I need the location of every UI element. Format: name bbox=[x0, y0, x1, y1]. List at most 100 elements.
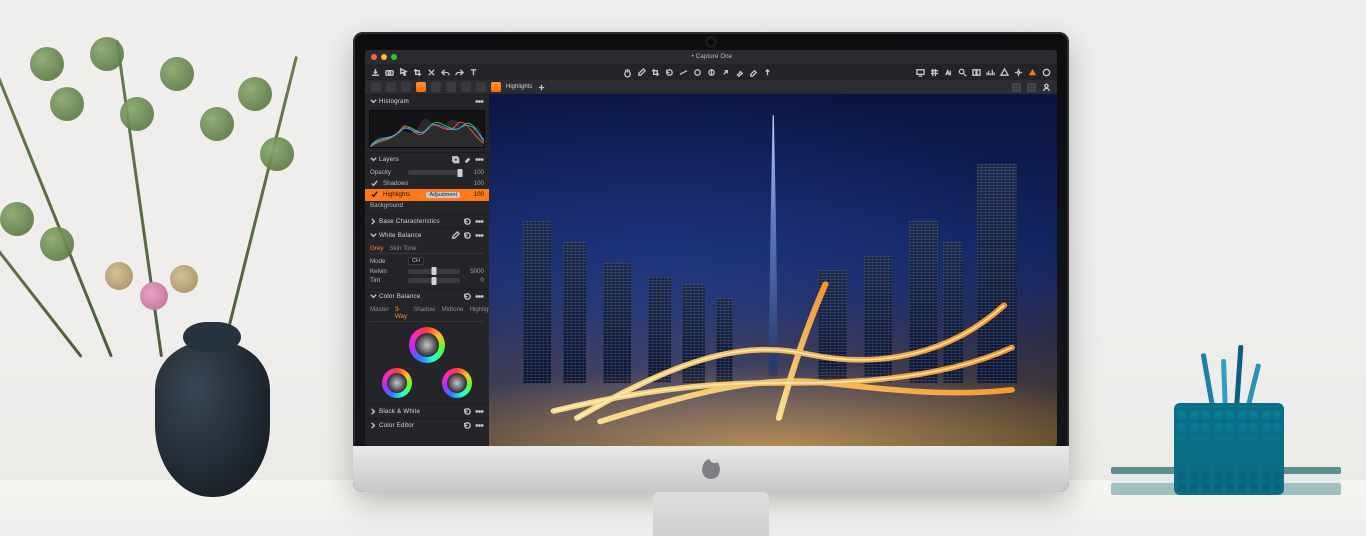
reset-icon[interactable] bbox=[463, 217, 472, 226]
tooltab-output-icon[interactable] bbox=[491, 82, 501, 92]
image-viewer[interactable] bbox=[489, 94, 1057, 446]
tooltab-details-icon[interactable] bbox=[446, 82, 456, 92]
view-mode-single-icon[interactable] bbox=[1012, 83, 1021, 92]
tooltab-lens-icon[interactable] bbox=[401, 82, 411, 92]
wb-kelvin-label: Kelvin bbox=[370, 268, 404, 275]
panel-menu-icon[interactable] bbox=[475, 231, 484, 240]
undo-icon[interactable] bbox=[441, 68, 450, 77]
opacity-value: 100 bbox=[464, 169, 484, 176]
chevron-down-icon[interactable] bbox=[370, 233, 376, 239]
cb-tabs[interactable]: Master 3-Way Shadow Midtone Highlight bbox=[370, 305, 484, 322]
tooltab-active-label: Highlights bbox=[506, 84, 532, 90]
chevron-right-icon[interactable] bbox=[370, 409, 376, 415]
close-icon[interactable] bbox=[427, 68, 436, 77]
layer-row[interactable]: Shadows 100 bbox=[370, 177, 484, 188]
checkmark-icon[interactable] bbox=[370, 190, 379, 199]
tooltab-color-icon[interactable] bbox=[416, 82, 426, 92]
wb-mode-value[interactable]: CH bbox=[408, 257, 424, 265]
heal-icon[interactable] bbox=[721, 68, 730, 77]
tooltab-exposure-icon[interactable] bbox=[431, 82, 441, 92]
redo-icon[interactable] bbox=[455, 68, 464, 77]
proof-icon[interactable] bbox=[944, 68, 953, 77]
cb-tab-master[interactable]: Master bbox=[370, 305, 389, 321]
wb-kelvin-value: 5000 bbox=[464, 268, 484, 275]
text-icon[interactable] bbox=[469, 68, 478, 77]
wb-kelvin-slider[interactable] bbox=[408, 269, 460, 274]
panel-menu-icon[interactable] bbox=[475, 97, 484, 106]
pencil-cup bbox=[1174, 369, 1284, 495]
panel-menu-icon[interactable] bbox=[475, 407, 484, 416]
wb-tint-slider[interactable] bbox=[408, 278, 460, 283]
rotate-icon[interactable] bbox=[665, 68, 674, 77]
spot-icon[interactable] bbox=[693, 68, 702, 77]
reset-icon[interactable] bbox=[463, 231, 472, 240]
layer-row[interactable]: Background bbox=[370, 201, 484, 210]
brush-icon[interactable] bbox=[463, 155, 472, 164]
zoom-icon[interactable] bbox=[958, 68, 967, 77]
panel-menu-icon[interactable] bbox=[475, 292, 484, 301]
chevron-down-icon[interactable] bbox=[370, 99, 376, 105]
mask-icon[interactable] bbox=[707, 68, 716, 77]
panel-menu-icon[interactable] bbox=[475, 217, 484, 226]
panel-color-balance: Color Balance Master 3-Way Shadow Midton… bbox=[365, 289, 489, 404]
tooltab-capture-icon[interactable] bbox=[386, 82, 396, 92]
chevron-right-icon[interactable] bbox=[370, 423, 376, 429]
panel-menu-icon[interactable] bbox=[475, 155, 484, 164]
cb-tab-3way[interactable]: 3-Way bbox=[395, 305, 407, 321]
checkmark-icon[interactable] bbox=[370, 179, 379, 188]
view-mode-multi-icon[interactable] bbox=[1027, 83, 1036, 92]
reset-icon[interactable] bbox=[463, 421, 472, 430]
color-wheel-shadow[interactable] bbox=[409, 327, 445, 363]
panel-white-balance: White Balance Grey Skin Tone Mode bbox=[365, 228, 489, 289]
tooltab-adjust-icon[interactable] bbox=[461, 82, 471, 92]
screen-icon[interactable] bbox=[916, 68, 925, 77]
window-close-button[interactable] bbox=[371, 54, 377, 60]
opacity-slider[interactable] bbox=[408, 170, 460, 175]
erase-icon[interactable] bbox=[749, 68, 758, 77]
annotation-icon[interactable] bbox=[1042, 68, 1051, 77]
add-tooltab-icon[interactable] bbox=[537, 83, 546, 92]
crop-icon[interactable] bbox=[413, 68, 422, 77]
webcam-dot bbox=[708, 39, 714, 45]
picker-icon[interactable] bbox=[451, 231, 460, 240]
crop2-icon[interactable] bbox=[651, 68, 660, 77]
exposure-warning-icon[interactable] bbox=[1000, 68, 1009, 77]
panel-menu-icon[interactable] bbox=[475, 421, 484, 430]
reset-icon[interactable] bbox=[463, 407, 472, 416]
brush-icon[interactable] bbox=[735, 68, 744, 77]
window-titlebar: • Capture One bbox=[365, 50, 1057, 64]
cb-tab-shadow[interactable]: Shadow bbox=[413, 305, 435, 321]
cursor-icon[interactable] bbox=[399, 68, 408, 77]
arrow-icon[interactable] bbox=[763, 68, 772, 77]
wb-tab-skin[interactable]: Skin Tone bbox=[389, 244, 416, 253]
tooltab-library-icon[interactable] bbox=[371, 82, 381, 92]
warning-icon[interactable] bbox=[1028, 68, 1037, 77]
reset-icon[interactable] bbox=[463, 292, 472, 301]
import-icon[interactable] bbox=[371, 68, 380, 77]
window-zoom-button[interactable] bbox=[391, 54, 397, 60]
straighten-icon[interactable] bbox=[679, 68, 688, 77]
layer-row-selected[interactable]: Highlights Adjustment 100 bbox=[365, 189, 489, 201]
before-icon[interactable] bbox=[972, 68, 981, 77]
copy-icon[interactable] bbox=[451, 155, 460, 164]
grid-icon[interactable] bbox=[930, 68, 939, 77]
wb-tab-grey[interactable]: Grey bbox=[370, 244, 383, 253]
cb-tab-mid[interactable]: Midtone bbox=[441, 305, 463, 321]
cb-tab-high[interactable]: Highlight bbox=[469, 305, 489, 321]
apple-logo-icon bbox=[702, 459, 720, 479]
chevron-down-icon[interactable] bbox=[370, 157, 376, 163]
user-icon[interactable] bbox=[1042, 83, 1051, 92]
wb-tabs[interactable]: Grey Skin Tone bbox=[370, 244, 484, 254]
color-wheel-midtone[interactable] bbox=[382, 368, 412, 398]
hand-icon[interactable] bbox=[623, 68, 632, 77]
capture-icon[interactable] bbox=[385, 68, 394, 77]
tooltab-meta-icon[interactable] bbox=[476, 82, 486, 92]
chevron-down-icon[interactable] bbox=[370, 294, 376, 300]
picker-icon[interactable] bbox=[637, 68, 646, 77]
focus-icon[interactable] bbox=[1014, 68, 1023, 77]
histogram-toggle-icon[interactable] bbox=[986, 68, 995, 77]
wb-tint-label: Tint bbox=[370, 277, 404, 284]
window-minimize-button[interactable] bbox=[381, 54, 387, 60]
chevron-right-icon[interactable] bbox=[370, 219, 376, 225]
color-wheel-highlight[interactable] bbox=[442, 368, 472, 398]
